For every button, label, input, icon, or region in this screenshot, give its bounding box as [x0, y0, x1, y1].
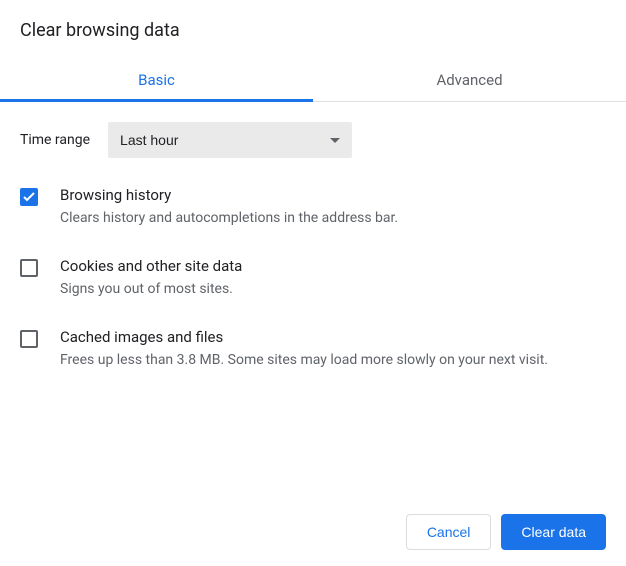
option-title: Cookies and other site data — [60, 257, 606, 275]
checkbox-cache[interactable] — [20, 330, 38, 348]
clear-data-button[interactable]: Clear data — [501, 514, 606, 550]
option-text: Browsing history Clears history and auto… — [60, 186, 606, 229]
option-cache: Cached images and files Frees up less th… — [20, 328, 606, 371]
time-range-select-wrapper: Last hour — [108, 122, 352, 158]
option-browsing-history: Browsing history Clears history and auto… — [20, 186, 606, 229]
tab-basic[interactable]: Basic — [0, 59, 313, 101]
time-range-select[interactable]: Last hour — [108, 122, 352, 158]
option-cookies: Cookies and other site data Signs you ou… — [20, 257, 606, 300]
cancel-button[interactable]: Cancel — [406, 514, 492, 550]
dialog-title: Clear browsing data — [0, 0, 626, 59]
option-desc: Clears history and autocompletions in th… — [60, 208, 606, 229]
tab-advanced[interactable]: Advanced — [313, 59, 626, 101]
option-title: Browsing history — [60, 186, 606, 204]
option-title: Cached images and files — [60, 328, 606, 346]
time-range-label: Time range — [20, 132, 90, 148]
clear-browsing-data-dialog: Clear browsing data Basic Advanced Time … — [0, 0, 626, 566]
option-text: Cookies and other site data Signs you ou… — [60, 257, 606, 300]
checkbox-browsing-history[interactable] — [20, 188, 38, 206]
option-desc: Frees up less than 3.8 MB. Some sites ma… — [60, 350, 606, 371]
check-icon — [23, 192, 35, 202]
dialog-content: Time range Last hour Browsing history Cl… — [0, 102, 626, 498]
time-range-row: Time range Last hour — [20, 122, 606, 158]
option-desc: Signs you out of most sites. — [60, 279, 606, 300]
checkbox-cookies[interactable] — [20, 259, 38, 277]
dialog-actions: Cancel Clear data — [0, 498, 626, 566]
option-text: Cached images and files Frees up less th… — [60, 328, 606, 371]
tabs: Basic Advanced — [0, 59, 626, 102]
